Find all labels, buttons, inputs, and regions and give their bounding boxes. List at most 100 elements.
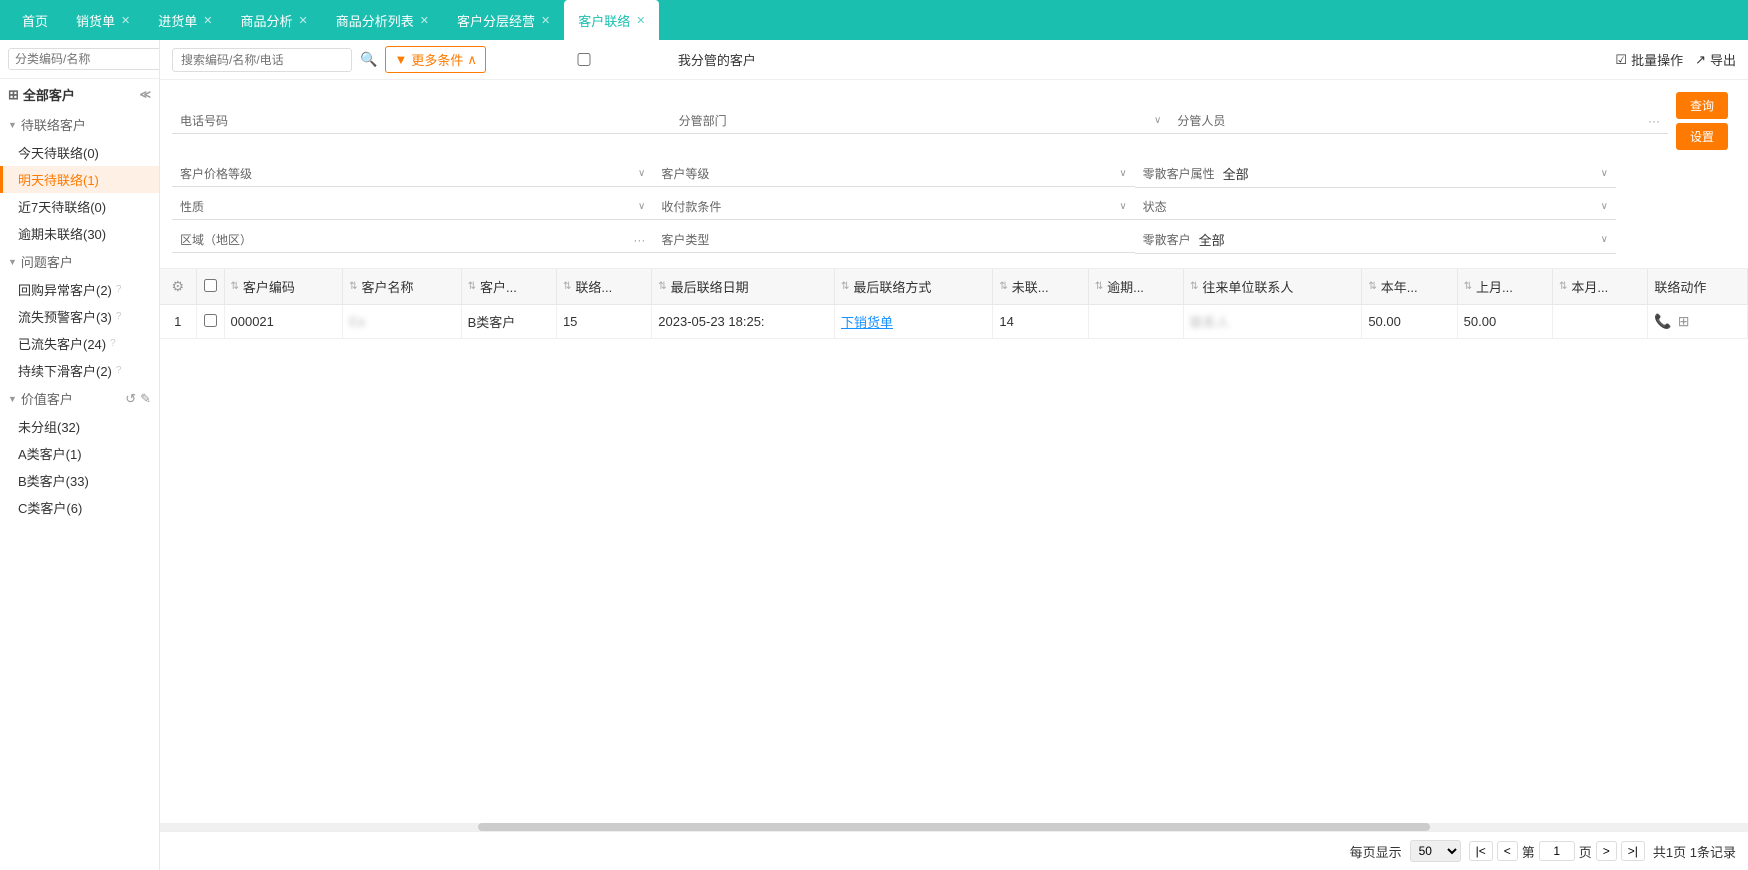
- th-this-year[interactable]: 本年...: [1362, 269, 1457, 305]
- table-settings-icon[interactable]: ⚙: [171, 278, 184, 294]
- person-more-icon[interactable]: ···: [1648, 114, 1660, 128]
- region-input[interactable]: [260, 233, 629, 247]
- th-customer-code[interactable]: 客户编码: [224, 269, 343, 305]
- sidebar-item-repurchase-abnormal[interactable]: 回购异常客户(2) ?: [0, 276, 159, 303]
- nav-purchase-order[interactable]: 进货单 ✕: [144, 0, 226, 40]
- query-button[interactable]: 查询: [1676, 92, 1728, 119]
- lost-warning-help-icon: ?: [116, 311, 122, 322]
- th-overdue[interactable]: 逾期...: [1088, 269, 1183, 305]
- sidebar-item-7days[interactable]: 近7天待联络(0): [0, 193, 159, 220]
- payment-input[interactable]: [729, 200, 1115, 214]
- filter-action-buttons: 查询 设置: [1668, 88, 1736, 154]
- td-customer-code: 000021: [224, 305, 343, 339]
- sidebar-item-today[interactable]: 今天待联络(0): [0, 139, 159, 166]
- select-all-checkbox[interactable]: [204, 279, 217, 292]
- edit-icon[interactable]: ✎: [140, 391, 151, 407]
- retail-attr-label: 零散客户属性: [1143, 165, 1215, 182]
- last-page-button[interactable]: >|: [1621, 841, 1645, 861]
- region-more-icon[interactable]: ···: [633, 233, 645, 247]
- customer-level-input[interactable]: [717, 167, 1115, 181]
- search-button[interactable]: 🔍: [360, 51, 377, 68]
- dept-dropdown-icon[interactable]: ∨: [1154, 115, 1161, 126]
- retail-attr-dropdown-icon[interactable]: ∨: [1601, 168, 1608, 179]
- my-customers-checkbox-container[interactable]: 我分管的客户: [494, 50, 756, 69]
- filter-right-actions: ☑ 批量操作 ↗ 导出: [1615, 50, 1736, 69]
- dept-label: 分管部门: [679, 112, 727, 129]
- my-customers-checkbox[interactable]: [494, 53, 674, 66]
- nav-sales-order-close[interactable]: ✕: [121, 14, 130, 27]
- customer-type-input[interactable]: [717, 233, 1126, 247]
- nav-sales-order[interactable]: 销货单 ✕: [62, 0, 144, 40]
- retail-customer-dropdown-icon[interactable]: ∨: [1601, 234, 1608, 245]
- th-contact-count[interactable]: 联络...: [556, 269, 651, 305]
- value-group-label[interactable]: 价值客户 ↺ ✎: [0, 384, 159, 413]
- sidebar-item-class-a[interactable]: A类客户(1): [0, 440, 159, 467]
- nav-customer-contact[interactable]: 客户联络 ✕: [564, 0, 659, 40]
- pending-group-label[interactable]: 待联络客户: [0, 110, 159, 139]
- phone-action-icon[interactable]: 📞: [1654, 313, 1671, 330]
- batch-operation-button[interactable]: ☑ 批量操作: [1615, 50, 1683, 69]
- grid-action-icon[interactable]: ⊞: [1678, 313, 1690, 330]
- th-last-month[interactable]: 上月...: [1457, 269, 1552, 305]
- payment-dropdown-icon[interactable]: ∨: [1119, 201, 1126, 212]
- page-size-select[interactable]: 50 100 200: [1410, 840, 1461, 862]
- nav-purchase-order-close[interactable]: ✕: [203, 14, 212, 27]
- th-contact-person[interactable]: 往来单位联系人: [1184, 269, 1362, 305]
- last-contact-method-link[interactable]: 下销货单: [841, 315, 893, 330]
- price-level-dropdown-icon[interactable]: ∨: [638, 168, 645, 179]
- sidebar-item-class-c[interactable]: C类客户(6): [0, 494, 159, 521]
- phone-input[interactable]: [236, 114, 663, 128]
- sidebar-item-tomorrow[interactable]: 明天待联络(1): [0, 166, 159, 193]
- nav-product-analysis-list[interactable]: 商品分析列表 ✕: [322, 0, 443, 40]
- price-level-input[interactable]: [260, 167, 634, 181]
- sidebar-item-declining[interactable]: 持续下滑客户(2) ?: [0, 357, 159, 384]
- th-customer-name[interactable]: 客户名称: [343, 269, 462, 305]
- horizontal-scrollbar[interactable]: [160, 823, 1748, 831]
- sidebar-search-input[interactable]: [8, 48, 160, 70]
- more-conditions-button[interactable]: ▼ 更多条件 ∧: [385, 46, 485, 73]
- settings-button[interactable]: 设置: [1676, 123, 1728, 150]
- nav-customer-contact-close[interactable]: ✕: [636, 14, 645, 27]
- contact-person-value: 联系人: [1190, 315, 1229, 330]
- nav-home[interactable]: 首页: [8, 0, 62, 40]
- row-checkbox[interactable]: [204, 314, 217, 327]
- page-number-input[interactable]: [1539, 841, 1575, 861]
- sidebar-item-lost[interactable]: 已流失客户(24) ?: [0, 330, 159, 357]
- next-page-button[interactable]: >: [1596, 841, 1617, 861]
- main-layout: 🔍 ⊞ 全部客户 ≪ 待联络客户 今天待联络(0) 明天待联络(1) 近7天待联…: [0, 40, 1748, 870]
- nav-product-analysis-close[interactable]: ✕: [299, 14, 308, 27]
- th-customer-type[interactable]: 客户...: [461, 269, 556, 305]
- adv-filter-row-3: 性质 ∨ 收付款条件 ∨ 状态 ∨: [172, 194, 1736, 220]
- person-input[interactable]: [1233, 114, 1644, 128]
- nav-product-analysis-list-close[interactable]: ✕: [420, 14, 429, 27]
- sidebar-item-lost-warning[interactable]: 流失预警客户(3) ?: [0, 303, 159, 330]
- customer-level-dropdown-icon[interactable]: ∨: [1119, 168, 1126, 179]
- nav-customer-tier[interactable]: 客户分层经营 ✕: [443, 0, 564, 40]
- scrollbar-thumb[interactable]: [478, 823, 1431, 831]
- adv-filter-row-1: 电话号码 分管部门 ∨ 分管人员 ··· 查询 设置: [172, 88, 1736, 154]
- th-unlinked[interactable]: 未联...: [993, 269, 1088, 305]
- problem-group-label[interactable]: 问题客户: [0, 247, 159, 276]
- sidebar-item-class-b[interactable]: B类客户(33): [0, 467, 159, 494]
- status-dropdown-icon[interactable]: ∨: [1601, 201, 1608, 212]
- th-this-month-sort: 本月...: [1559, 277, 1641, 296]
- dept-input[interactable]: [735, 114, 1150, 128]
- person-field: 分管人员 ···: [1169, 108, 1668, 134]
- th-this-month[interactable]: 本月...: [1552, 269, 1647, 305]
- refresh-icon[interactable]: ↺: [125, 391, 136, 407]
- th-last-contact-date[interactable]: 最后联络日期: [652, 269, 835, 305]
- first-page-button[interactable]: |<: [1469, 841, 1493, 861]
- status-input[interactable]: [1175, 200, 1597, 214]
- export-button[interactable]: ↗ 导出: [1695, 50, 1736, 69]
- sidebar-collapse-icon[interactable]: ≪: [139, 88, 151, 101]
- nav-customer-tier-close[interactable]: ✕: [541, 14, 550, 27]
- prev-page-button[interactable]: <: [1497, 841, 1518, 861]
- sidebar-item-overdue[interactable]: 逾期未联络(30): [0, 220, 159, 247]
- th-last-contact-method[interactable]: 最后联络方式: [834, 269, 992, 305]
- search-input[interactable]: [172, 48, 352, 72]
- gender-input[interactable]: [212, 200, 634, 214]
- all-customers-header[interactable]: ⊞ 全部客户 ≪: [0, 79, 159, 110]
- sidebar-item-unclassified[interactable]: 未分组(32): [0, 413, 159, 440]
- nav-product-analysis[interactable]: 商品分析 ✕: [226, 0, 321, 40]
- gender-dropdown-icon[interactable]: ∨: [638, 201, 645, 212]
